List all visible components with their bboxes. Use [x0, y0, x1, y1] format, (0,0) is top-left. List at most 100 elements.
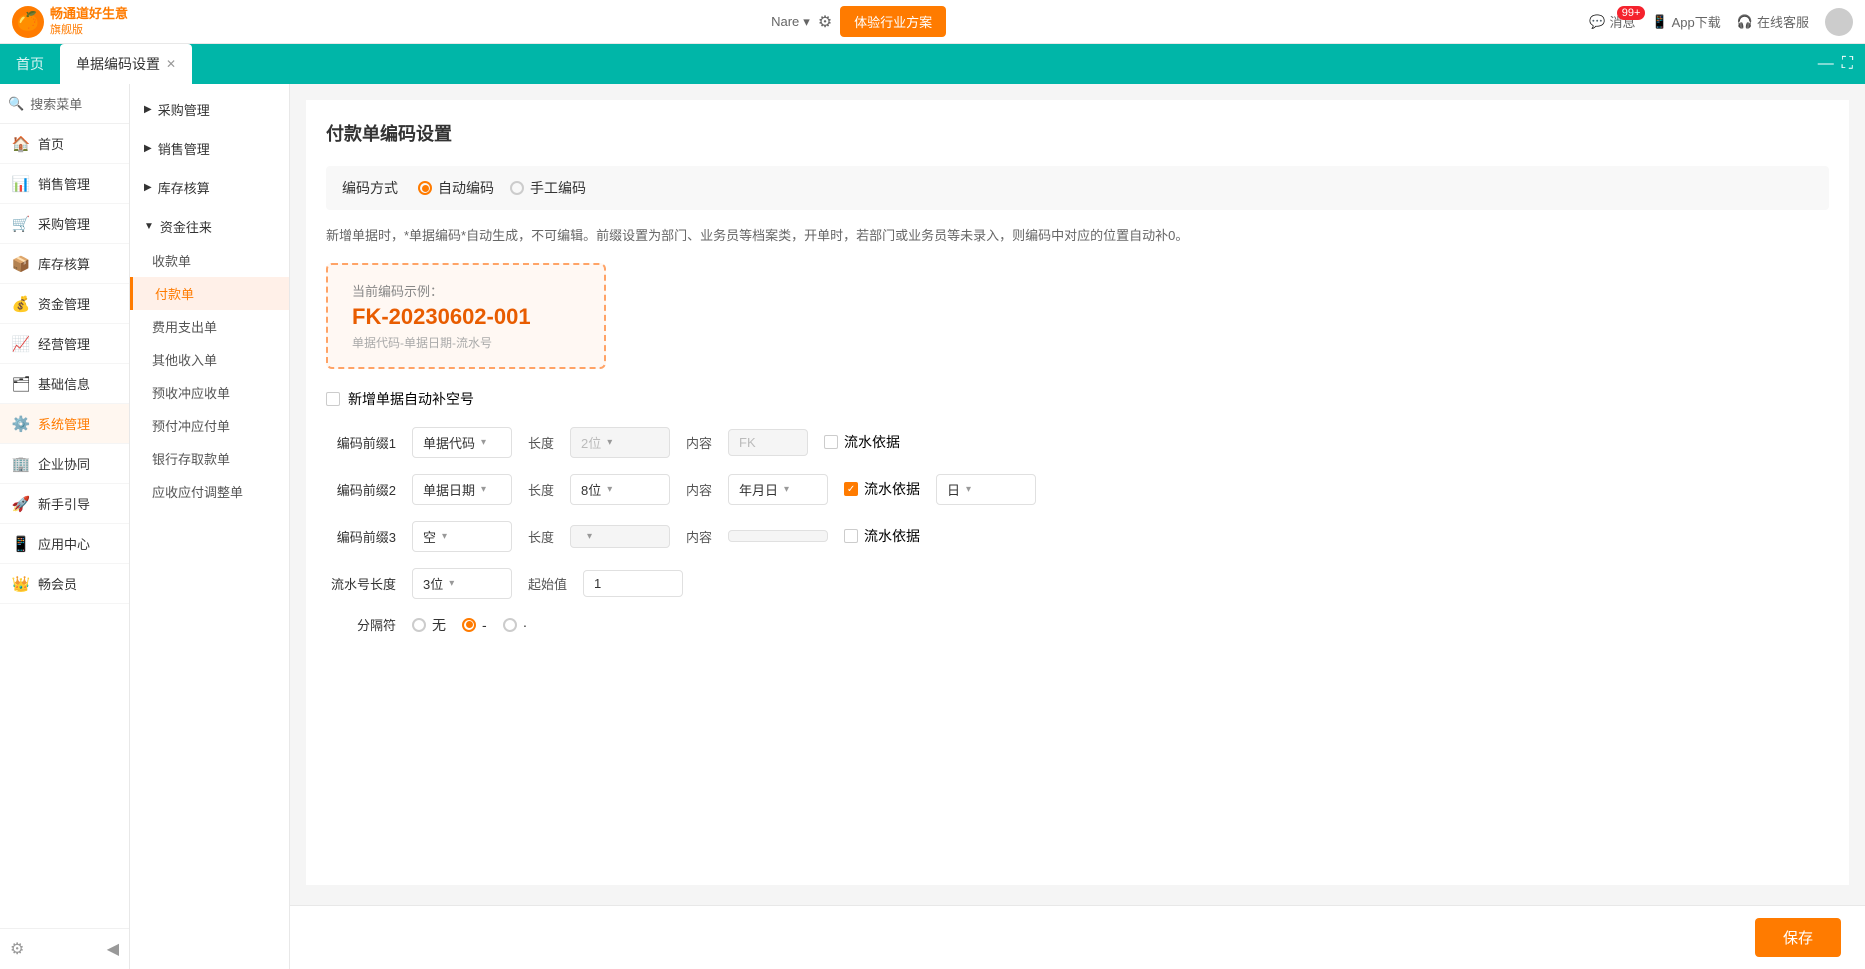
- sidebar-item-member[interactable]: 👑 畅会员: [0, 564, 129, 604]
- serial-length-select[interactable]: 3位 ▾: [412, 568, 512, 599]
- prefix-2-serial-select[interactable]: 日 ▾: [936, 474, 1036, 505]
- prefix-1-serial-group: 流水依据: [824, 432, 900, 452]
- headset-icon: 🎧: [1737, 14, 1753, 30]
- tab-expand: — ⛶: [1806, 55, 1865, 73]
- collapse-icon[interactable]: ◀: [107, 939, 119, 959]
- separator-none[interactable]: 无: [412, 615, 446, 635]
- sidebar-item-system[interactable]: ⚙️ 系统管理: [0, 404, 129, 444]
- logo-text-block: 畅通道好生意 旗舰版: [50, 6, 128, 38]
- chevron-down-icon-p2s: ▾: [966, 484, 971, 495]
- chevron-down-icon: ▾: [803, 14, 810, 30]
- start-value-input[interactable]: [583, 570, 683, 597]
- maximize-icon[interactable]: ⛶: [1842, 55, 1853, 73]
- app-download-button[interactable]: 📱 App下载: [1651, 12, 1720, 31]
- sidebar-item-home[interactable]: 🏠 首页: [0, 124, 129, 164]
- purchase-icon: 🛒: [12, 215, 30, 233]
- separator-dash[interactable]: -: [462, 617, 487, 633]
- sub-item-advance-payable[interactable]: 预付冲应付单: [130, 409, 289, 442]
- save-button[interactable]: 保存: [1755, 918, 1841, 957]
- sidebar-item-base-info[interactable]: 🗂 基础信息: [0, 364, 129, 404]
- prefix-3-serial-checkbox[interactable]: [844, 529, 858, 543]
- sidebar-item-sales[interactable]: 📊 销售管理: [0, 164, 129, 204]
- prefix-2-type-select[interactable]: 单据日期 ▾: [412, 474, 512, 505]
- tab-home[interactable]: 首页: [0, 44, 60, 84]
- tab-code-settings-label: 单据编码设置: [76, 54, 160, 74]
- sidebar-item-inventory[interactable]: 📦 库存核算: [0, 244, 129, 284]
- prefix-1-type-select[interactable]: 单据代码 ▾: [412, 427, 512, 458]
- topbar-left: 🍊 畅通道好生意 旗舰版: [12, 6, 128, 38]
- auto-fill-row: 新增单据自动补空号: [326, 389, 1829, 409]
- dropdown-button[interactable]: Nare ▾: [771, 14, 810, 30]
- logo-icon: 🍊: [12, 6, 44, 38]
- gear-icon[interactable]: ⚙: [818, 12, 832, 32]
- sidebar-item-purchase[interactable]: 🛒 采购管理: [0, 204, 129, 244]
- message-icon: 💬: [1589, 14, 1605, 30]
- auto-fill-checkbox[interactable]: [326, 392, 340, 406]
- encode-method-label: 编码方式: [342, 178, 398, 198]
- radio-auto[interactable]: 自动编码: [418, 178, 494, 198]
- search-menu-button[interactable]: 🔍 搜索菜单: [0, 84, 129, 124]
- sub-group-sales-title[interactable]: ▶ 销售管理: [130, 131, 289, 166]
- prefix-2-serial-group: ✓ 流水依据: [844, 479, 920, 499]
- start-value-label: 起始值: [528, 574, 567, 593]
- prefix-2-length-value: 8位: [581, 480, 601, 499]
- arrow-right-icon3: ▶: [144, 182, 152, 193]
- separator-dot[interactable]: ·: [503, 617, 528, 633]
- prefix-2-serial-checkbox[interactable]: ✓: [844, 482, 858, 496]
- radio-manual-label: 手工编码: [530, 178, 586, 198]
- prefix-1-serial-checkbox[interactable]: [824, 435, 838, 449]
- user-avatar[interactable]: [1825, 8, 1853, 36]
- prefix-row-3: 编码前缀3 空 ▾ 长度 ▾ 内容 流水依据: [326, 521, 1829, 552]
- tab-close-icon[interactable]: ✕: [166, 57, 176, 71]
- sub-group-inventory-title[interactable]: ▶ 库存核算: [130, 170, 289, 205]
- sidebar-item-apps[interactable]: 📱 应用中心: [0, 524, 129, 564]
- prefix-3-content-value: [728, 530, 828, 542]
- chevron-down-icon-p3l: ▾: [587, 531, 592, 542]
- code-example-value: FK-20230602-001: [352, 304, 580, 330]
- sidebar-item-guide-label: 新手引导: [38, 494, 90, 513]
- settings-bottom-icon[interactable]: ⚙: [10, 939, 24, 959]
- funds-icon: 💰: [12, 295, 30, 313]
- chevron-down-icon-p1: ▾: [481, 437, 486, 448]
- sidebar-item-funds[interactable]: 💰 资金管理: [0, 284, 129, 324]
- trial-button[interactable]: 体验行业方案: [840, 6, 946, 37]
- content-area: 付款单编码设置 编码方式 自动编码 手工编码: [290, 84, 1865, 969]
- prefix-3-type-select[interactable]: 空 ▾: [412, 521, 512, 552]
- sub-item-payment[interactable]: 付款单: [130, 277, 289, 310]
- code-example-label: 当前编码示例：: [352, 281, 580, 300]
- prefix-2-length-select[interactable]: 8位 ▾: [570, 474, 670, 505]
- sub-item-adjustment[interactable]: 应收应付调整单: [130, 475, 289, 508]
- arrow-right-icon: ▶: [144, 104, 152, 115]
- home-icon: 🏠: [12, 135, 30, 153]
- prefix-2-content-select[interactable]: 年月日 ▾: [728, 474, 828, 505]
- serial-length-label: 流水号长度: [326, 574, 396, 593]
- minimize-icon[interactable]: —: [1818, 55, 1834, 73]
- content-inner: 付款单编码设置 编码方式 自动编码 手工编码: [306, 100, 1849, 885]
- topbar: 🍊 畅通道好生意 旗舰版 Nare ▾ ⚙ 体验行业方案 💬 消息 99+ 📱 …: [0, 0, 1865, 44]
- sub-item-receipt[interactable]: 收款单: [130, 244, 289, 277]
- sidebar-item-operations[interactable]: 📈 经营管理: [0, 324, 129, 364]
- sidebar-item-guide[interactable]: 🚀 新手引导: [0, 484, 129, 524]
- prefix-1-content-value: FK: [728, 429, 808, 456]
- sub-group-funds-title[interactable]: ▼ 资金往来: [130, 209, 289, 244]
- sub-group-purchase-title[interactable]: ▶ 采购管理: [130, 92, 289, 127]
- messages-button[interactable]: 💬 消息 99+: [1589, 12, 1635, 31]
- search-icon: 🔍: [8, 96, 24, 112]
- sub-group-sales: ▶ 销售管理: [130, 131, 289, 166]
- sub-item-bank-deposit[interactable]: 银行存取款单: [130, 442, 289, 475]
- enterprise-icon: 🏢: [12, 455, 30, 473]
- prefix-3-length-select: ▾: [570, 525, 670, 548]
- sub-item-expense[interactable]: 费用支出单: [130, 310, 289, 343]
- sub-item-other-income[interactable]: 其他收入单: [130, 343, 289, 376]
- radio-manual[interactable]: 手工编码: [510, 178, 586, 198]
- prefix-3-type-value: 空: [423, 527, 436, 546]
- prefix-3-length-label: 长度: [528, 527, 554, 546]
- tab-code-settings[interactable]: 单据编码设置 ✕: [60, 44, 192, 84]
- arrow-right-icon2: ▶: [144, 143, 152, 154]
- sub-item-advance-receivable[interactable]: 预收冲应收单: [130, 376, 289, 409]
- online-service-button[interactable]: 🎧 在线客服: [1737, 12, 1809, 31]
- prefix-2-length-label: 长度: [528, 480, 554, 499]
- base-info-icon: 🗂: [12, 375, 30, 393]
- radio-auto-circle: [418, 181, 432, 195]
- sidebar-item-enterprise[interactable]: 🏢 企业协同: [0, 444, 129, 484]
